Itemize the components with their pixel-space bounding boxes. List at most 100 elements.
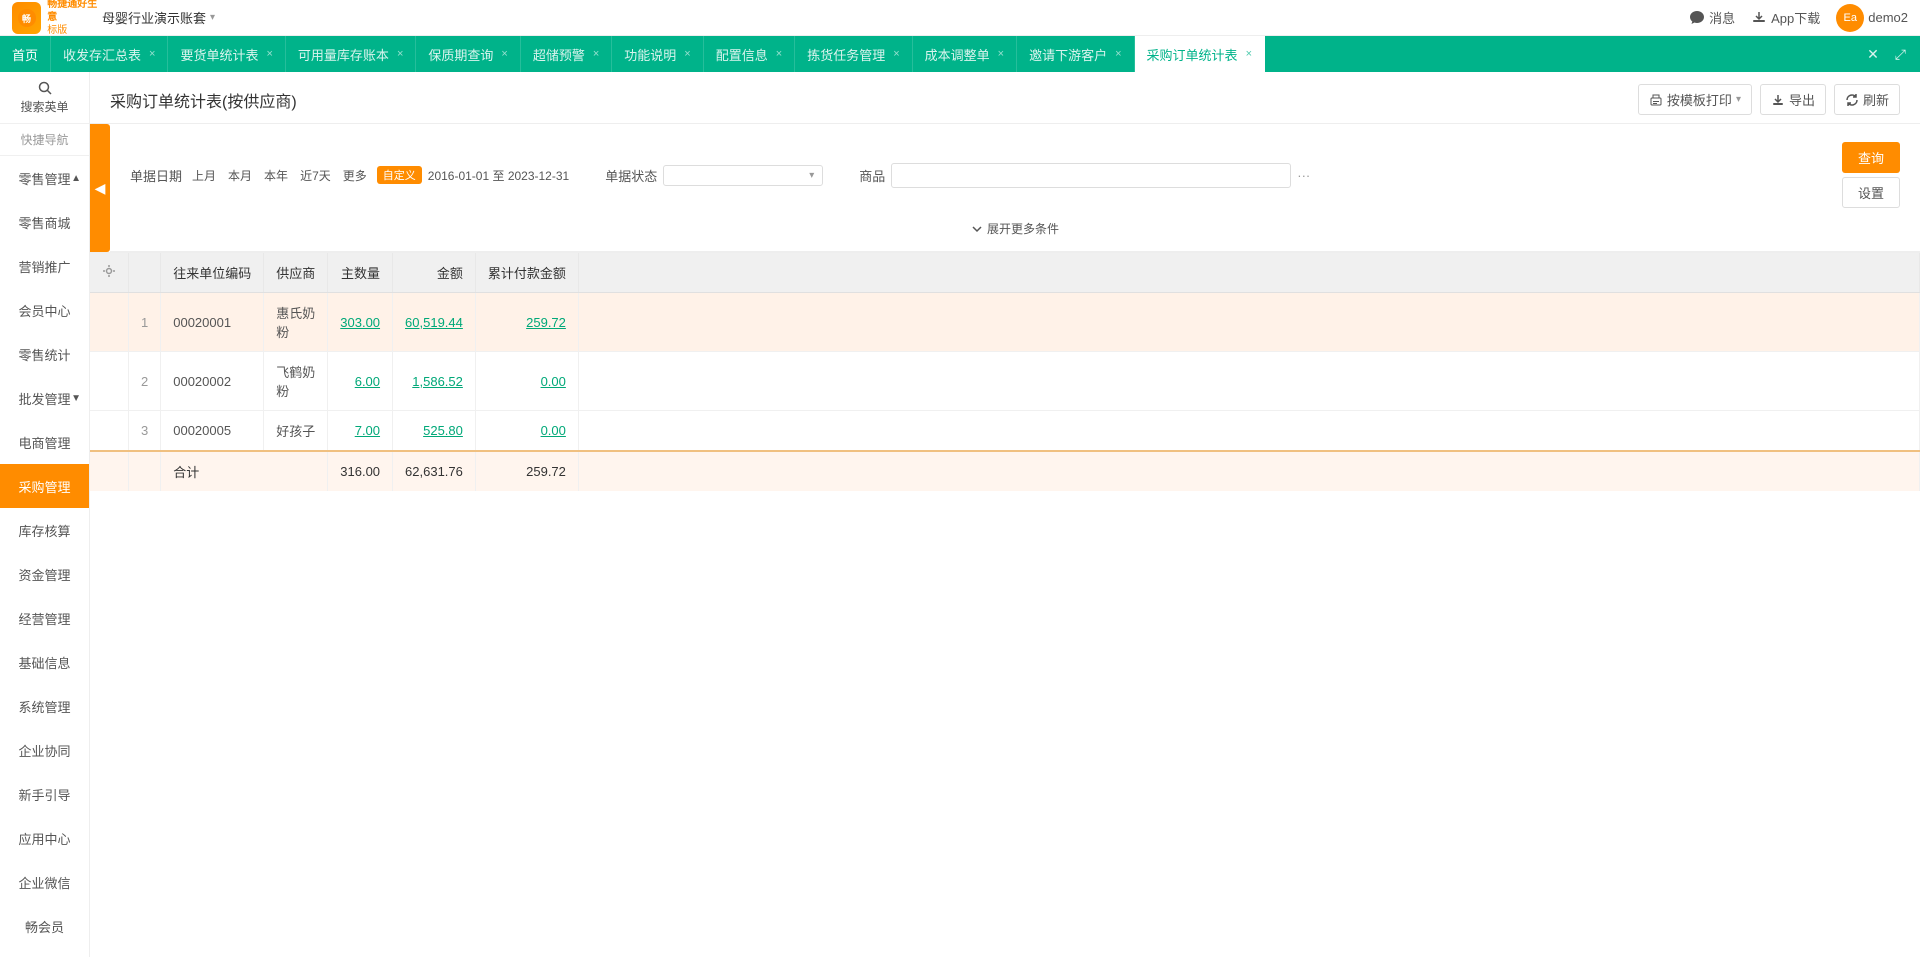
print-button[interactable]: 按模板打印 ▾ xyxy=(1638,84,1752,115)
row2-extra-cell xyxy=(578,352,1919,411)
data-table: 往来单位编码 供应商 主数量 金额 累计付款金额 1 00020001 xyxy=(90,253,1920,491)
sidebar-wholesale-label: 批发管理 xyxy=(18,389,70,408)
sidebar-item-marketing[interactable]: 营销推广 xyxy=(0,244,89,288)
tab-invite-downstream-close[interactable]: × xyxy=(1115,48,1121,60)
row1-settings-cell[interactable] xyxy=(90,293,129,352)
sidebar-item-enterprise[interactable]: 企业协同 xyxy=(0,728,89,772)
sidebar-item-operations[interactable]: 经营管理 xyxy=(0,596,89,640)
page-actions: 按模板打印 ▾ 导出 刷新 xyxy=(1638,84,1900,115)
tab-invite-downstream[interactable]: 邀请下游客户 × xyxy=(1017,36,1134,72)
status-select[interactable]: ▾ xyxy=(663,165,823,186)
tab-receive-summary-close[interactable]: × xyxy=(149,48,155,60)
sidebar-item-wechat[interactable]: 企业微信 xyxy=(0,860,89,904)
query-button[interactable]: 查询 xyxy=(1842,142,1900,173)
row2-amount-link[interactable]: 1,586.52 xyxy=(412,374,463,389)
sidebar-search-button[interactable]: 搜索英单 xyxy=(0,72,89,124)
workspace-selector[interactable]: 母婴行业演示账套 ▾ xyxy=(102,8,1689,27)
user-profile[interactable]: Ea demo2 xyxy=(1836,4,1908,32)
tab-overstock[interactable]: 超储预警 × xyxy=(521,36,612,72)
row2-qty-link[interactable]: 6.00 xyxy=(355,374,380,389)
sidebar-item-finance[interactable]: 资金管理 xyxy=(0,552,89,596)
tab-receive-summary[interactable]: 收发存汇总表 × xyxy=(51,36,168,72)
row2-paid-link[interactable]: 0.00 xyxy=(541,374,566,389)
tab-avail-stock-close[interactable]: × xyxy=(397,48,403,60)
settings-button[interactable]: 设置 xyxy=(1842,177,1900,208)
tab-purchase-stats-close[interactable]: × xyxy=(1246,48,1252,60)
footer-label-cell: 合计 xyxy=(161,451,328,491)
refresh-button[interactable]: 刷新 xyxy=(1834,84,1900,115)
refresh-label: 刷新 xyxy=(1863,90,1889,109)
sidebar-item-member[interactable]: 畅会员 xyxy=(0,904,89,948)
row3-amount-link[interactable]: 525.80 xyxy=(423,423,463,438)
date-shortcut-this-year[interactable]: 本年 xyxy=(260,165,292,186)
sidebar-quick-nav[interactable]: 快捷导航 xyxy=(0,124,89,156)
tab-picking-close[interactable]: × xyxy=(893,48,899,60)
footer-settings-cell xyxy=(90,451,129,491)
date-shortcut-more[interactable]: 更多 xyxy=(339,165,371,186)
row2-paid-cell: 0.00 xyxy=(475,352,578,411)
sidebar-item-retail-stats[interactable]: 零售统计 xyxy=(0,332,89,376)
export-label: 导出 xyxy=(1789,90,1815,109)
row3-qty-link[interactable]: 7.00 xyxy=(355,423,380,438)
expand-more-button[interactable]: 展开更多条件 xyxy=(971,220,1059,237)
tab-order-stats-close[interactable]: × xyxy=(266,48,272,60)
sidebar-item-ecommerce[interactable]: 电商管理 xyxy=(0,420,89,464)
tab-feature-desc-close[interactable]: × xyxy=(684,48,690,60)
date-shortcuts: 上月 本月 本年 近7天 更多 xyxy=(188,165,371,186)
sidebar-item-stock-account[interactable]: 库存核算 xyxy=(0,508,89,552)
goods-more-icon[interactable]: ··· xyxy=(1297,168,1310,183)
tab-avail-stock[interactable]: 可用量库存账本 × xyxy=(286,36,416,72)
tab-cost-adjust-close[interactable]: × xyxy=(998,48,1004,60)
message-button[interactable]: 消息 xyxy=(1689,8,1735,27)
col-settings[interactable] xyxy=(90,253,129,293)
table-row: 3 00020005 好孩子 7.00 525.80 0.00 xyxy=(90,411,1920,452)
table-row: 2 00020002 飞鹤奶粉 6.00 1,586.52 0.00 xyxy=(90,352,1920,411)
sidebar-item-wholesale[interactable]: 批发管理 ▼ xyxy=(0,376,89,420)
sidebar-item-purchase[interactable]: 采购管理 xyxy=(0,464,89,508)
date-shortcut-last-month[interactable]: 上月 xyxy=(188,165,220,186)
sidebar: 搜索英单 快捷导航 零售管理 ▲ 零售商城 营销推广 会员中心 零售统计 批 xyxy=(0,72,90,957)
row3-paid-link[interactable]: 0.00 xyxy=(541,423,566,438)
col-code-header: 往来单位编码 xyxy=(161,253,264,293)
tab-expiry[interactable]: 保质期查询 × xyxy=(416,36,520,72)
tab-config-close[interactable]: × xyxy=(776,48,782,60)
tab-picking[interactable]: 拣货任务管理 × xyxy=(795,36,912,72)
table-container: 往来单位编码 供应商 主数量 金额 累计付款金额 1 00020001 xyxy=(90,253,1920,957)
table-header: 往来单位编码 供应商 主数量 金额 累计付款金额 xyxy=(90,253,1920,293)
app-download-button[interactable]: App下载 xyxy=(1751,8,1820,27)
footer-row: 合计 316.00 62,631.76 259.72 xyxy=(90,451,1920,491)
tab-purchase-stats[interactable]: 采购订单统计表 × xyxy=(1135,36,1265,72)
row2-amount-cell: 1,586.52 xyxy=(393,352,476,411)
sidebar-system-label: 系统管理 xyxy=(18,697,70,716)
export-button[interactable]: 导出 xyxy=(1760,84,1826,115)
row1-paid-link[interactable]: 259.72 xyxy=(526,315,566,330)
date-shortcut-7days[interactable]: 近7天 xyxy=(296,165,335,186)
date-shortcut-this-month[interactable]: 本月 xyxy=(224,165,256,186)
goods-filter-label: 商品 xyxy=(859,166,885,185)
date-custom-badge[interactable]: 自定义 xyxy=(377,166,422,184)
collapse-filter-button[interactable]: ◀ xyxy=(90,124,110,252)
sidebar-item-guide[interactable]: 新手引导 xyxy=(0,772,89,816)
sidebar-item-app-center[interactable]: 应用中心 xyxy=(0,816,89,860)
sidebar-app-center-label: 应用中心 xyxy=(18,829,70,848)
tab-config[interactable]: 配置信息 × xyxy=(704,36,795,72)
close-all-tabs-button[interactable]: ✕ xyxy=(1861,44,1885,65)
col-num-header xyxy=(129,253,161,293)
tab-home[interactable]: 首页 xyxy=(0,36,51,72)
tab-order-stats[interactable]: 要货单统计表 × xyxy=(168,36,285,72)
tab-overstock-close[interactable]: × xyxy=(593,48,599,60)
sidebar-item-retail-shop[interactable]: 零售商城 xyxy=(0,200,89,244)
sidebar-item-retail-manage[interactable]: 零售管理 ▲ xyxy=(0,156,89,200)
row2-settings-cell[interactable] xyxy=(90,352,129,411)
tab-expiry-close[interactable]: × xyxy=(501,48,507,60)
row1-qty-link[interactable]: 303.00 xyxy=(340,315,380,330)
row1-amount-link[interactable]: 60,519.44 xyxy=(405,315,463,330)
sidebar-item-basic-info[interactable]: 基础信息 xyxy=(0,640,89,684)
row3-settings-cell[interactable] xyxy=(90,411,129,452)
tab-feature-desc[interactable]: 功能说明 × xyxy=(612,36,703,72)
maximize-button[interactable]: ⤢ xyxy=(1889,44,1912,65)
sidebar-item-member-center[interactable]: 会员中心 xyxy=(0,288,89,332)
goods-search-input[interactable] xyxy=(891,163,1291,188)
tab-cost-adjust[interactable]: 成本调整单 × xyxy=(913,36,1017,72)
sidebar-item-system[interactable]: 系统管理 xyxy=(0,684,89,728)
